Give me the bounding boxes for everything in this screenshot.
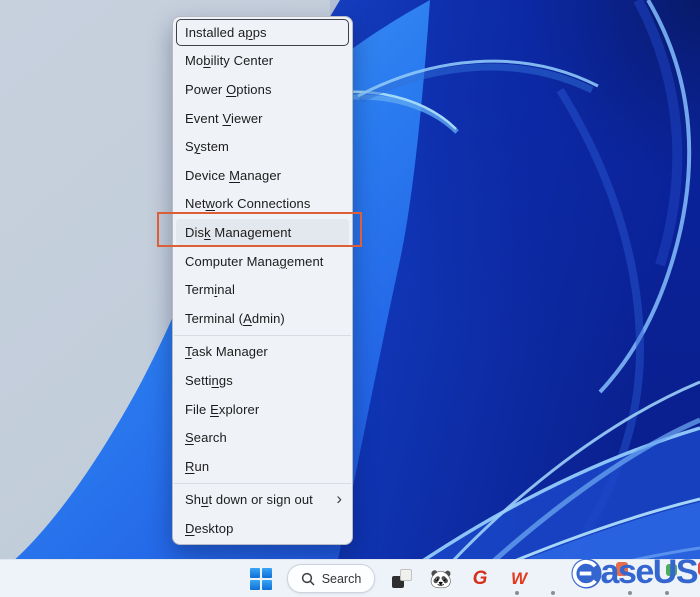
- desktop: Installed apps Mobility Center Power Optio…: [0, 0, 700, 597]
- menu-item-search[interactable]: Search: [173, 423, 352, 452]
- start-icon: [250, 567, 260, 578]
- stacked-windows-icon: [391, 568, 413, 589]
- winx-context-menu: Installed apps Mobility Center Power Optio…: [172, 16, 353, 545]
- chevron-right-icon: ›: [336, 489, 342, 509]
- running-app-indicator: [628, 591, 632, 595]
- menu-item-terminal-admin[interactable]: Terminal (Admin): [173, 304, 352, 333]
- menu-item-label: Task Manager: [185, 344, 268, 360]
- g-app-icon: G: [472, 568, 488, 589]
- menu-item-label: File Explorer: [185, 401, 260, 417]
- menu-item-label: System: [185, 139, 229, 155]
- menu-item-label: Disk Management: [185, 224, 292, 240]
- running-app-indicator: [551, 591, 555, 595]
- menu-item-label: Computer Management: [185, 253, 324, 269]
- menu-item-shut-down-or-sign-out[interactable]: Shut down or sign out ›: [173, 486, 352, 515]
- menu-item-label: Network Connections: [185, 196, 311, 212]
- menu-item-run[interactable]: Run: [173, 452, 352, 481]
- menu-item-desktop[interactable]: Desktop: [173, 514, 352, 543]
- panda-icon: 🐼: [429, 568, 453, 589]
- menu-item-label: Search: [185, 430, 227, 446]
- menu-item-mobility-center[interactable]: Mobility Center: [173, 47, 352, 76]
- menu-item-file-explorer[interactable]: File Explorer: [173, 395, 352, 424]
- menu-separator: [174, 334, 351, 336]
- menu-item-installed-apps[interactable]: Installed apps: [173, 18, 352, 47]
- menu-item-label: Mobility Center: [185, 53, 274, 69]
- start-button[interactable]: [250, 567, 272, 590]
- menu-item-label: Shut down or sign out: [185, 492, 313, 508]
- menu-item-label: Power Options: [185, 81, 272, 97]
- menu-item-label: Terminal (Admin): [185, 310, 285, 326]
- menu-item-label: Device Manager: [185, 167, 282, 183]
- menu-separator: [174, 482, 351, 484]
- taskbar-app-panda[interactable]: 🐼: [429, 566, 453, 592]
- taskbar-app-desktop-windows[interactable]: [390, 566, 414, 592]
- menu-item-label: Desktop: [185, 520, 234, 536]
- running-app-indicator: [665, 591, 669, 595]
- menu-item-label: Settings: [185, 372, 233, 388]
- menu-item-device-manager[interactable]: Device Manager: [173, 161, 352, 190]
- search-label: Search: [321, 571, 362, 586]
- menu-item-label: Installed apps: [185, 24, 267, 40]
- search-icon: [301, 572, 315, 585]
- menu-item-label: Run: [185, 458, 210, 474]
- winx-menu-list: Installed apps Mobility Center Power Optio…: [173, 18, 352, 543]
- running-app-indicator: [515, 591, 519, 595]
- menu-item-label: Terminal: [185, 282, 235, 298]
- menu-item-label: Event Viewer: [185, 110, 263, 126]
- menu-item-terminal[interactable]: Terminal: [173, 275, 352, 304]
- menu-item-computer-management[interactable]: Computer Management: [173, 247, 352, 276]
- menu-item-power-options[interactable]: Power Options: [173, 75, 352, 104]
- wps-icon: W: [510, 569, 528, 588]
- menu-item-task-manager[interactable]: Task Manager: [173, 338, 352, 367]
- taskbar-app-wps[interactable]: W: [507, 566, 531, 592]
- taskbar-search[interactable]: Search: [287, 564, 375, 593]
- taskbar-app-g[interactable]: G: [468, 566, 492, 592]
- menu-item-disk-management[interactable]: Disk Management: [173, 218, 352, 247]
- taskbar: Search 🐼 G W: [0, 559, 700, 597]
- menu-item-system[interactable]: System: [173, 132, 352, 161]
- menu-item-event-viewer[interactable]: Event Viewer: [173, 104, 352, 133]
- menu-item-network-connections[interactable]: Network Connections: [173, 190, 352, 219]
- menu-item-settings[interactable]: Settings: [173, 366, 352, 395]
